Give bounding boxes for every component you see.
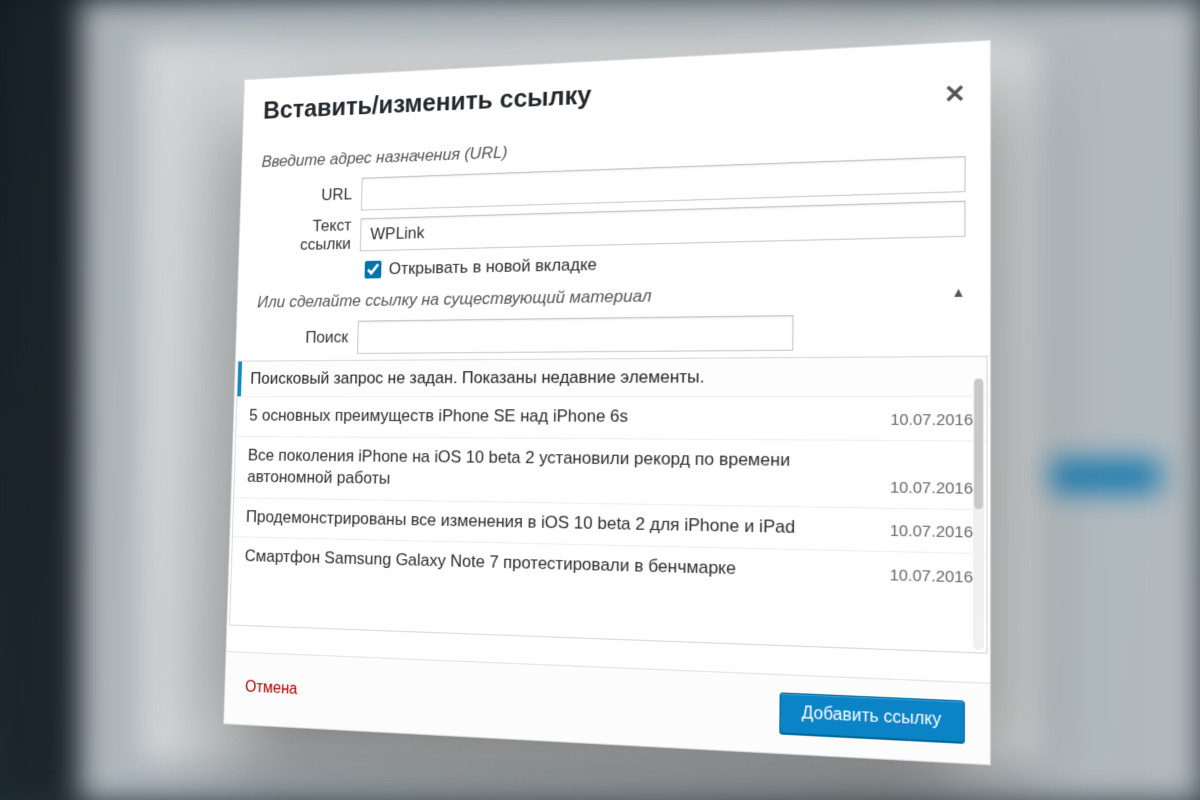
search-results: Поисковый запрос не задан. Показаны неда…: [229, 356, 988, 654]
result-title: 5 основных преимуществ iPhone SE над iPh…: [249, 405, 871, 429]
result-item[interactable]: 5 основных преимуществ iPhone SE над iPh…: [236, 396, 986, 440]
link-text-label: Текст ссылки: [259, 216, 361, 255]
url-label: URL: [260, 185, 361, 206]
search-label: Поиск: [256, 328, 358, 347]
close-icon[interactable]: ✕: [944, 61, 966, 108]
result-title: Все поколения iPhone на iOS 10 beta 2 ус…: [247, 445, 871, 496]
insert-link-dialog: Вставить/изменить ссылку ✕ Введите адрес…: [223, 39, 991, 765]
result-date: 10.07.2016: [890, 566, 973, 587]
existing-content-label: Или сделайте ссылку на существующий мате…: [257, 286, 652, 312]
cancel-button[interactable]: Отмена: [245, 679, 298, 699]
existing-content-toggle[interactable]: Или сделайте ссылку на существующий мате…: [257, 281, 966, 313]
link-text-input[interactable]: [360, 200, 966, 251]
search-input[interactable]: [357, 315, 793, 354]
open-new-tab-checkbox[interactable]: [364, 261, 381, 279]
result-date: 10.07.2016: [890, 478, 973, 498]
result-item[interactable]: Все поколения iPhone на iOS 10 beta 2 ус…: [234, 436, 986, 509]
results-notice: Поисковый запрос не задан. Показаны неда…: [237, 357, 986, 396]
result-date: 10.07.2016: [890, 411, 973, 430]
result-date: 10.07.2016: [890, 522, 973, 542]
dialog-title: Вставить/изменить ссылку: [263, 80, 592, 126]
add-link-button[interactable]: Добавить ссылку: [779, 693, 965, 743]
results-scrollbar[interactable]: [973, 379, 984, 651]
result-title: Продемонстрированы все изменения в iOS 1…: [246, 506, 871, 540]
scrollbar-thumb[interactable]: [974, 379, 983, 510]
chevron-up-icon: ▲: [951, 284, 965, 300]
result-title: Смартфон Samsung Galaxy Note 7 протестир…: [244, 546, 870, 585]
open-new-tab-label: Открывать в новой вкладке: [388, 255, 597, 279]
